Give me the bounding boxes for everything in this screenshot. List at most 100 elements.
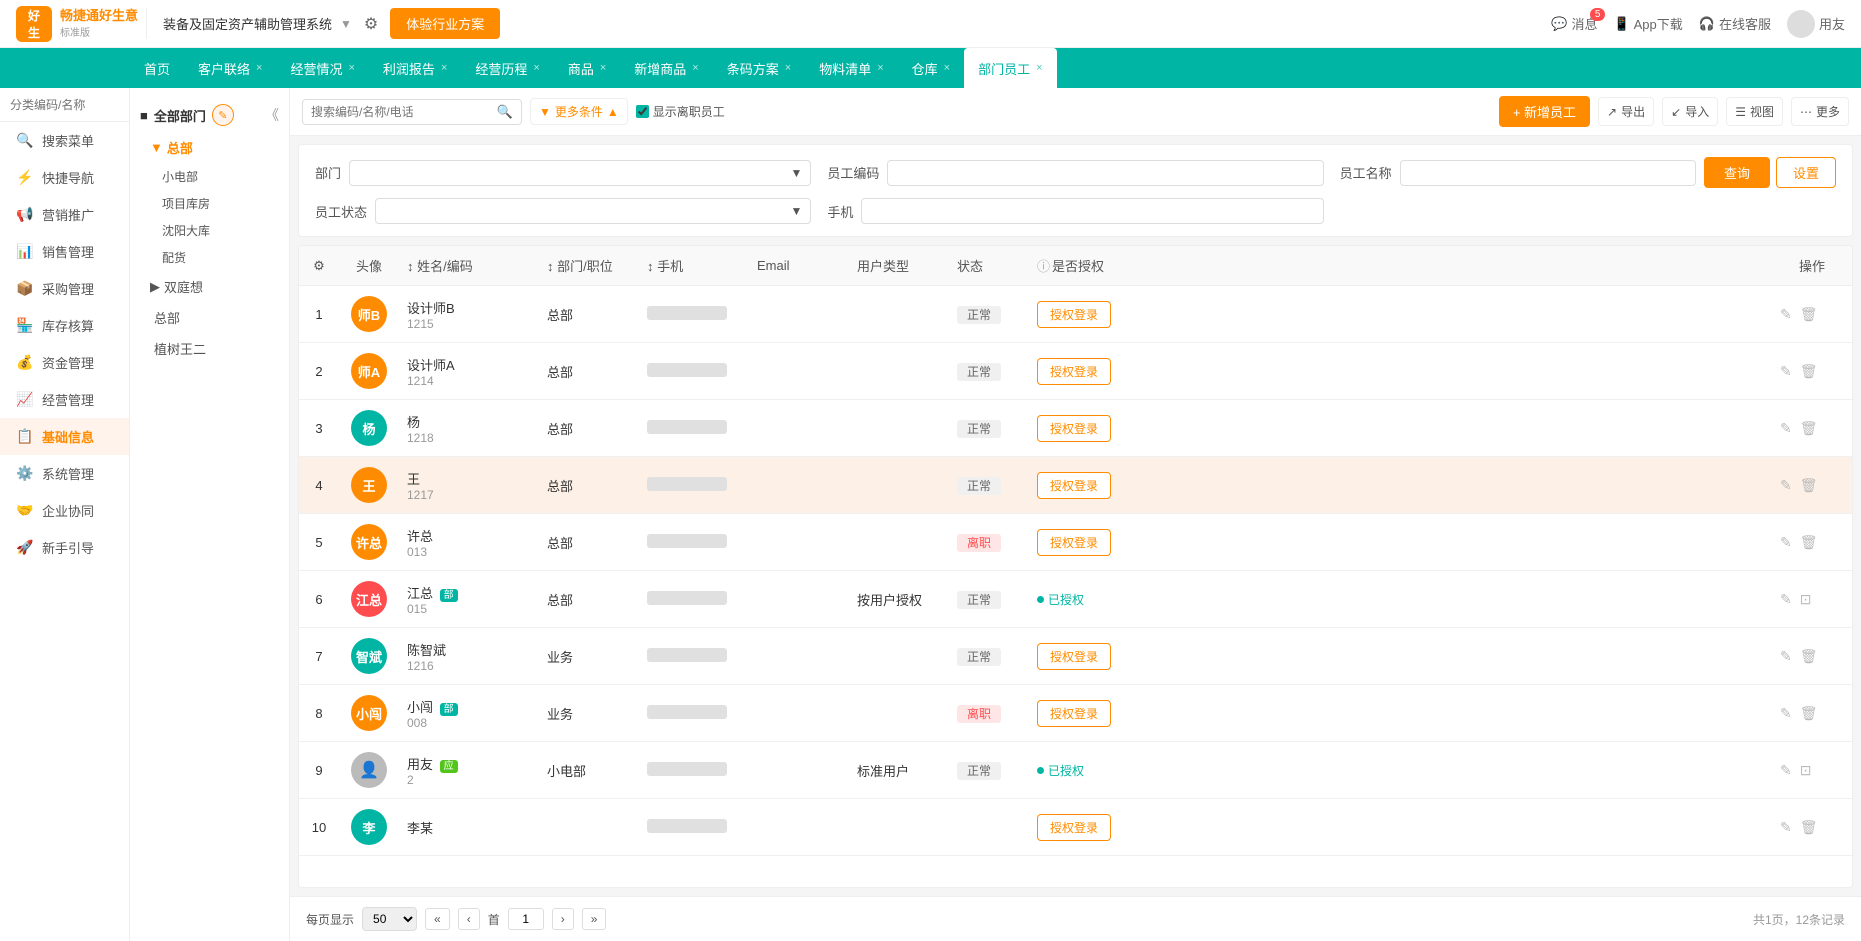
dept-collapse-icon[interactable]: 《 xyxy=(265,105,279,125)
show-resigned-checkbox[interactable] xyxy=(636,105,649,118)
delete-icon[interactable]: 🗑 xyxy=(1800,648,1818,665)
tab-close-icon[interactable]: × xyxy=(600,62,606,74)
edit-icon[interactable]: ✎ xyxy=(1780,420,1792,437)
set-button[interactable]: 设置 xyxy=(1776,157,1836,188)
app-download-button[interactable]: 📱 App下载 xyxy=(1613,14,1682,33)
show-resigned-label[interactable]: 显示离职员工 xyxy=(636,103,725,120)
sidebar-item-basic[interactable]: 📋 基础信息 xyxy=(0,418,129,455)
sidebar-item-inventory[interactable]: 🏪 库存核算 xyxy=(0,307,129,344)
tab-close-icon[interactable]: × xyxy=(256,62,262,74)
dept-sub-distribution[interactable]: 配货 xyxy=(130,244,289,271)
auth-button[interactable]: 授权登录 xyxy=(1037,643,1111,670)
sidebar-item-system[interactable]: ⚙️ 系统管理 xyxy=(0,455,129,492)
export-button[interactable]: ↗ 导出 xyxy=(1598,97,1654,126)
auth-button[interactable]: 授权登录 xyxy=(1037,814,1111,841)
dept-item-zhishu[interactable]: 植树王二 xyxy=(130,333,289,364)
sidebar-item-marketing[interactable]: 📢 营销推广 xyxy=(0,196,129,233)
dept-sub-xiaodiandept[interactable]: 小电部 xyxy=(130,163,289,190)
dept-filter-select[interactable]: ▼ xyxy=(349,160,811,186)
auth-button[interactable]: 授权登录 xyxy=(1037,700,1111,727)
tab-department[interactable]: 部门员工 × xyxy=(964,48,1056,88)
tab-barcode[interactable]: 条码方案 × xyxy=(713,48,805,88)
dept-item-hq2[interactable]: 总部 xyxy=(130,302,289,333)
delete-icon[interactable]: 🗑 xyxy=(1800,363,1818,380)
settings-icon[interactable]: ⚙ xyxy=(364,14,378,34)
delete-icon[interactable]: 🗑 xyxy=(1800,477,1818,494)
tab-operation[interactable]: 经营情况 × xyxy=(276,48,368,88)
auth-button[interactable]: 授权登录 xyxy=(1037,472,1111,499)
sidebar-item-search[interactable]: 🔍 搜索菜单 xyxy=(0,122,129,159)
auth-button[interactable]: 授权登录 xyxy=(1037,529,1111,556)
delete-icon[interactable]: 🗑 xyxy=(1800,819,1818,836)
col-dept-header[interactable]: ↕ 部门/职位 xyxy=(539,246,639,286)
import-button[interactable]: ↙ 导入 xyxy=(1662,97,1718,126)
last-page-button[interactable]: » xyxy=(582,908,607,930)
col-name-header[interactable]: ↕ 姓名/编码 xyxy=(399,246,539,286)
tab-profit[interactable]: 利润报告 × xyxy=(369,48,461,88)
empcode-filter-input[interactable] xyxy=(887,160,1323,186)
tab-goods[interactable]: 商品 × xyxy=(554,48,620,88)
tab-close-icon[interactable]: × xyxy=(348,62,354,74)
dept-item-shuangting[interactable]: ▶ 双庭想 xyxy=(130,271,289,302)
delete-icon[interactable]: 🗑 xyxy=(1800,306,1818,323)
empstatus-filter-select[interactable]: ▼ xyxy=(375,198,811,224)
edit-icon[interactable]: ✎ xyxy=(1780,534,1792,551)
tab-customer[interactable]: 客户联络 × xyxy=(184,48,276,88)
col-settings-icon[interactable]: ⚙ xyxy=(299,246,339,286)
edit-icon[interactable]: ✎ xyxy=(1780,363,1792,380)
tab-home[interactable]: 首页 xyxy=(130,48,184,88)
auth-button[interactable]: 授权登录 xyxy=(1037,301,1111,328)
tab-close-icon[interactable]: × xyxy=(1036,62,1042,74)
edit-icon[interactable]: ✎ xyxy=(1780,819,1792,836)
dept-header-text[interactable]: 全部部门 xyxy=(154,106,206,125)
page-size-select[interactable]: 50 100 200 xyxy=(362,907,417,931)
dept-edit-icon[interactable]: ✎ xyxy=(212,104,234,126)
user-menu[interactable]: 用友 xyxy=(1787,10,1845,38)
copy-icon[interactable]: ⊡ xyxy=(1800,762,1812,779)
dept-sub-projectwarehouse[interactable]: 项目库房 xyxy=(130,190,289,217)
tab-close-icon[interactable]: × xyxy=(441,62,447,74)
edit-icon[interactable]: ✎ xyxy=(1780,306,1792,323)
sidebar-item-quicknav[interactable]: ⚡ 快捷导航 xyxy=(0,159,129,196)
tab-warehouse[interactable]: 仓库 × xyxy=(898,48,964,88)
tab-close-icon[interactable]: × xyxy=(533,62,539,74)
title-dropdown-icon[interactable]: ▼ xyxy=(340,17,352,31)
sidebar-item-purchase[interactable]: 📦 采购管理 xyxy=(0,270,129,307)
sidebar-item-sales[interactable]: 📊 销售管理 xyxy=(0,233,129,270)
delete-icon[interactable]: 🗑 xyxy=(1800,420,1818,437)
delete-icon[interactable]: 🗑 xyxy=(1800,534,1818,551)
page-number-input[interactable] xyxy=(508,908,544,930)
tab-add-goods[interactable]: 新增商品 × xyxy=(620,48,712,88)
query-button[interactable]: 查询 xyxy=(1704,157,1770,188)
edit-icon[interactable]: ✎ xyxy=(1780,477,1792,494)
delete-icon[interactable]: 🗑 xyxy=(1800,705,1818,722)
sidebar-item-management[interactable]: 📈 经营管理 xyxy=(0,381,129,418)
tab-close-icon[interactable]: × xyxy=(692,62,698,74)
more-filter-button[interactable]: ▼ 更多条件 ▲ xyxy=(530,98,628,125)
more-button[interactable]: ⋯ 更多 xyxy=(1791,97,1849,126)
prev-page-button[interactable]: ‹ xyxy=(458,908,480,930)
view-button[interactable]: ☰ 视图 xyxy=(1726,97,1783,126)
sidebar-search-input[interactable] xyxy=(10,98,130,112)
tab-close-icon[interactable]: × xyxy=(944,62,950,74)
tab-bom[interactable]: 物料清单 × xyxy=(805,48,897,88)
copy-icon[interactable]: ⊡ xyxy=(1800,591,1812,608)
online-service-button[interactable]: 🎧 在线客服 xyxy=(1699,14,1771,33)
sidebar-item-collab[interactable]: 🤝 企业协同 xyxy=(0,492,129,529)
add-employee-button[interactable]: + 新增员工 xyxy=(1499,96,1590,127)
edit-icon[interactable]: ✎ xyxy=(1780,648,1792,665)
next-page-button[interactable]: › xyxy=(552,908,574,930)
tab-history[interactable]: 经营历程 × xyxy=(461,48,553,88)
tab-close-icon[interactable]: × xyxy=(785,62,791,74)
auth-button[interactable]: 授权登录 xyxy=(1037,415,1111,442)
dept-sub-shenyang[interactable]: 沈阳大库 xyxy=(130,217,289,244)
tab-close-icon[interactable]: × xyxy=(877,62,883,74)
auth-button[interactable]: 授权登录 xyxy=(1037,358,1111,385)
dept-item-headquarters[interactable]: ▼ 总部 xyxy=(130,132,289,163)
col-phone-header[interactable]: ↕ 手机 xyxy=(639,246,749,286)
first-page-button[interactable]: « xyxy=(425,908,450,930)
phone-filter-input[interactable] xyxy=(861,198,1323,224)
employee-search-input[interactable] xyxy=(311,105,491,119)
empname-filter-input[interactable] xyxy=(1400,160,1696,186)
edit-icon[interactable]: ✎ xyxy=(1780,705,1792,722)
